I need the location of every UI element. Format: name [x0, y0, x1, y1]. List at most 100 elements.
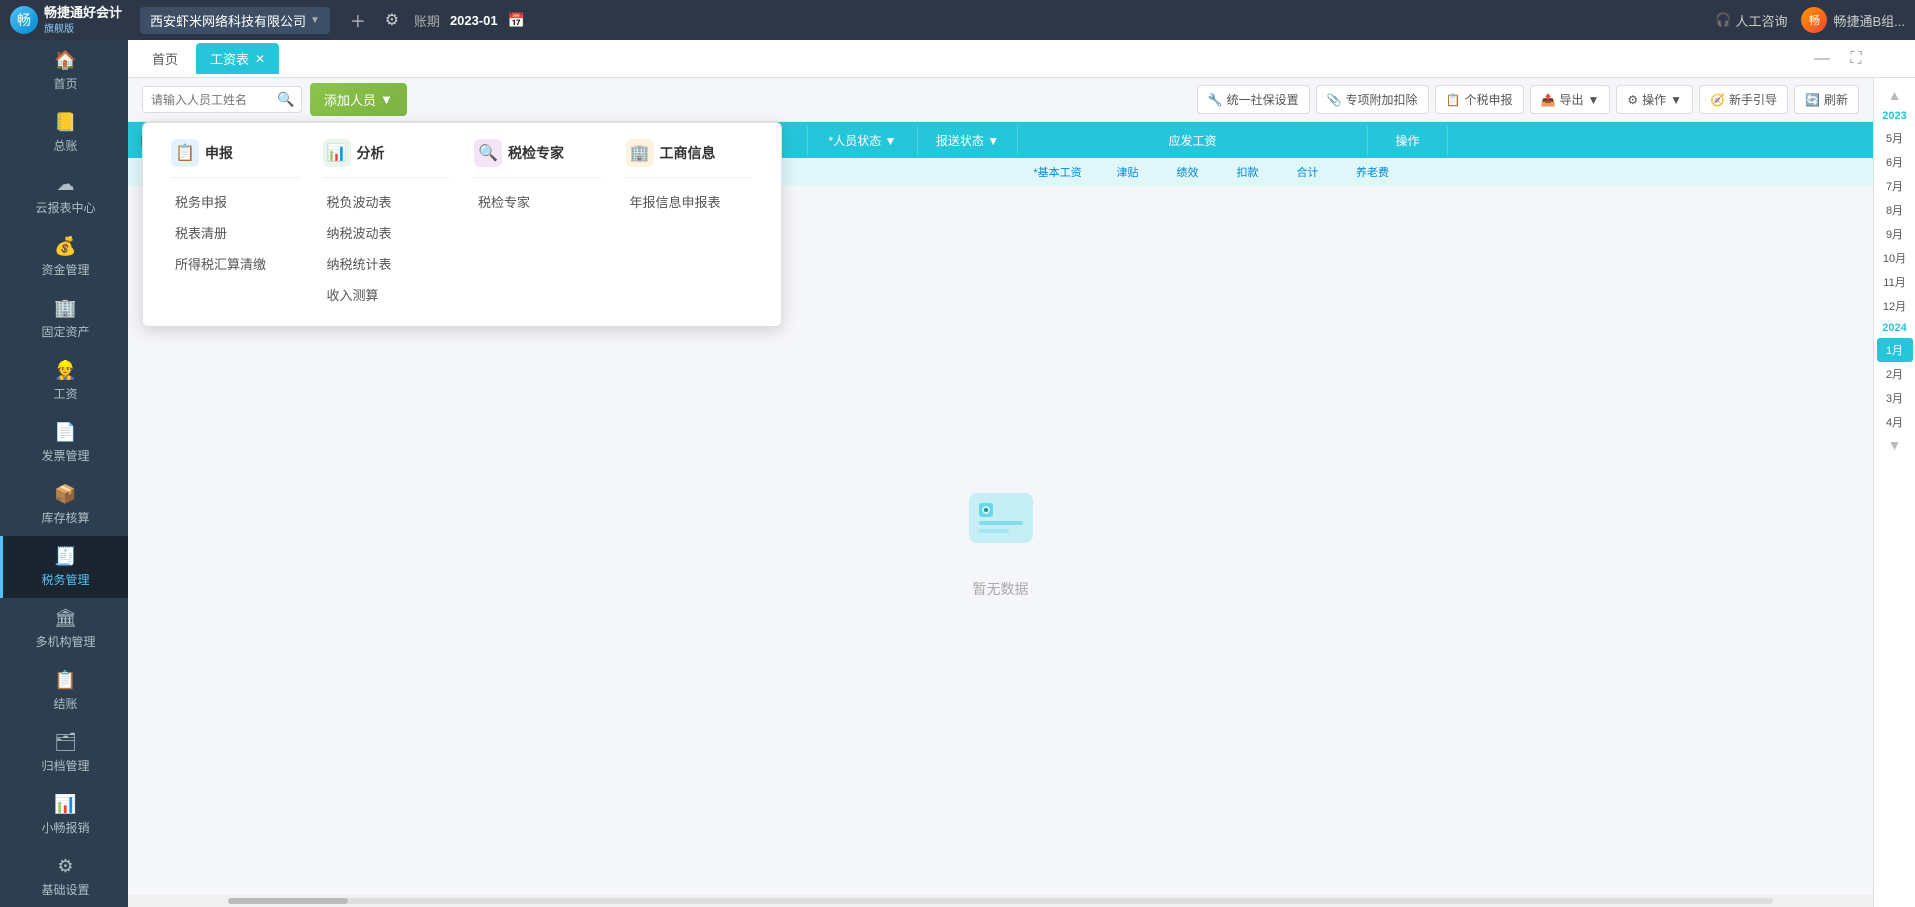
sidebar-item-cloud-report[interactable]: ☁ 云报表中心 — [0, 164, 128, 226]
avatar: 畅 — [1801, 7, 1827, 33]
cal-month-5[interactable]: 5月 — [1877, 126, 1913, 150]
sidebar-item-multi-org[interactable]: 🏛 多机构管理 — [0, 598, 128, 660]
toolbar-right: 🔧 统一社保设置 📎 专项附加扣除 📋 个税申报 📤 — [1197, 85, 1859, 114]
logo-icon: 畅 — [10, 6, 38, 34]
special-deduction-button[interactable]: 📎 专项附加扣除 — [1316, 85, 1429, 114]
sidebar-item-assets[interactable]: 🏢 固定资产 — [0, 288, 128, 350]
dropdown-item-income-forecast[interactable]: 收入测算 — [323, 279, 451, 310]
cal-month-4[interactable]: 4月 — [1877, 410, 1913, 434]
sidebar-label-settings: 基础设置 — [41, 881, 89, 898]
minimize-button[interactable]: — — [1807, 44, 1837, 74]
cal-month-1[interactable]: 1月 — [1877, 338, 1913, 362]
calendar-icon[interactable]: 📅 — [508, 12, 525, 29]
sidebar-item-expense[interactable]: 📊 小畅报销 — [0, 784, 128, 846]
sidebar-label-inventory: 库存核算 — [41, 509, 89, 526]
chevron-down-ops-icon: ▼ — [1670, 93, 1682, 107]
empty-icon — [961, 483, 1041, 563]
dropdown-section-declaration: 📋 申报 税务申报 税表清册 所得税汇算清缴 — [159, 139, 311, 310]
th-salary-group: 应发工资 — [1018, 126, 1368, 155]
dropdown-item-tax-fluctuation[interactable]: 纳税波动表 — [323, 217, 451, 248]
cal-month-8[interactable]: 8月 — [1877, 198, 1913, 222]
th-status: *人员状态 ▼ — [808, 126, 918, 155]
assets-icon: 🏢 — [54, 298, 76, 319]
search-box[interactable]: 🔍 — [142, 86, 302, 113]
sidebar-label-ledger: 总账 — [53, 137, 77, 154]
ops-icon: ⚙ — [1627, 93, 1638, 107]
guide-toolbar-button[interactable]: 🧭 新手引导 — [1699, 85, 1788, 114]
cal-month-7[interactable]: 7月 — [1877, 174, 1913, 198]
cal-month-9[interactable]: 9月 — [1877, 222, 1913, 246]
tab-payroll[interactable]: 工资表 ✕ — [196, 43, 279, 74]
search-input[interactable] — [151, 93, 271, 107]
sidebar-item-home[interactable]: 🏠 首页 — [0, 40, 128, 102]
user-menu[interactable]: 畅 畅捷通B组... — [1801, 7, 1905, 33]
app-logo: 畅 畅捷通好会计 旗舰版 — [10, 5, 130, 36]
help-button[interactable]: 🎧 人工咨询 — [1715, 11, 1787, 30]
biz-info-title: 工商信息 — [660, 143, 716, 163]
sidebar-item-archive[interactable]: 🗂 归档管理 — [0, 722, 128, 784]
dropdown-menu: 📋 申报 税务申报 税表清册 所得税汇算清缴 📊 分析 税负波动表 纳税波动表 … — [142, 122, 782, 327]
sidebar-item-fund[interactable]: 💰 资金管理 — [0, 226, 128, 288]
expense-icon: 📊 — [54, 794, 76, 815]
sub-th-deduction: 扣款 — [1218, 158, 1278, 186]
dropdown-item-tax-expert[interactable]: 税检专家 — [474, 186, 602, 217]
sidebar-item-payroll[interactable]: 👷 工资 — [0, 350, 128, 412]
sidebar-label-archive: 归档管理 — [41, 757, 89, 774]
th-ops: 操作 — [1368, 126, 1448, 155]
sidebar-item-invoice[interactable]: 📄 发票管理 — [0, 412, 128, 474]
sidebar-item-settings[interactable]: ⚙ 基础设置 — [0, 846, 128, 907]
cal-month-12[interactable]: 12月 — [1877, 294, 1913, 318]
export-button[interactable]: 📤 导出 ▼ — [1530, 85, 1611, 114]
restore-button[interactable]: ⛶ — [1841, 44, 1871, 74]
dropdown-item-tax-declaration[interactable]: 税务申报 — [171, 186, 299, 217]
operations-button[interactable]: ⚙ 操作 ▼ — [1616, 85, 1693, 114]
tab-home[interactable]: 首页 — [138, 43, 192, 74]
sidebar-item-tax[interactable]: 🧾 税务管理 — [0, 536, 128, 598]
headset-icon: 🎧 — [1715, 12, 1731, 28]
dropdown-section-title-analysis: 📊 分析 — [323, 139, 451, 178]
dropdown-item-tax-clearance[interactable]: 税表清册 — [171, 217, 299, 248]
tab-close-icon[interactable]: ✕ — [255, 52, 265, 66]
dropdown-section-title-biz-info: 🏢 工商信息 — [626, 139, 754, 178]
declaration-title: 申报 — [205, 143, 233, 163]
dropdown-item-income-tax[interactable]: 所得税汇算清缴 — [171, 248, 299, 279]
company-name: 西安虾米网络科技有限公司 — [150, 11, 306, 30]
main-area: 首页 工资表 ✕ — ⛶ 🔍 添加人员 — [128, 40, 1915, 907]
dropdown-item-tax-stats[interactable]: 纳税统计表 — [323, 248, 451, 279]
sidebar-label-expense: 小畅报销 — [41, 819, 89, 836]
dropdown-item-annual-report[interactable]: 年报信息申报表 — [626, 186, 754, 217]
cal-arrow-up[interactable]: ▲ — [1884, 84, 1906, 106]
cal-month-6[interactable]: 6月 — [1877, 150, 1913, 174]
cal-month-2[interactable]: 2月 — [1877, 362, 1913, 386]
archive-icon: 🗂 — [54, 732, 77, 753]
right-calendar: ▲ 2023 5月 6月 7月 8月 9月 10月 11月 12月 2024 1… — [1873, 78, 1915, 907]
cal-month-11[interactable]: 11月 — [1877, 270, 1913, 294]
sub-th-performance: 绩效 — [1158, 158, 1218, 186]
cal-month-3[interactable]: 3月 — [1877, 386, 1913, 410]
fund-icon: 💰 — [54, 236, 76, 257]
add-person-button[interactable]: 添加人员 ▼ — [310, 83, 407, 116]
cal-month-10[interactable]: 10月 — [1877, 246, 1913, 270]
settings-sidebar-icon: ⚙ — [57, 856, 73, 877]
settings-icon[interactable]: ⚙ — [380, 8, 404, 32]
dropdown-section-tax-expert: 🔍 税检专家 税检专家 — [462, 139, 614, 310]
sidebar-item-close-period[interactable]: 📋 结账 — [0, 660, 128, 722]
sidebar-item-inventory[interactable]: 📦 库存核算 — [0, 474, 128, 536]
declaration-section-icon: 📋 — [171, 139, 199, 167]
dropdown-item-tax-burden[interactable]: 税负波动表 — [323, 186, 451, 217]
tax-declaration-button[interactable]: 📋 个税申报 — [1435, 85, 1524, 114]
cal-year-2023: 2023 — [1882, 110, 1906, 122]
social-icon: 🔧 — [1208, 93, 1223, 107]
bottom-scrollbar[interactable] — [128, 895, 1873, 907]
sidebar-item-ledger[interactable]: 📒 总账 — [0, 102, 128, 164]
sub-th-base-salary: *基本工资 — [1018, 158, 1098, 186]
add-icon[interactable]: ＋ — [346, 8, 370, 32]
company-selector[interactable]: 西安虾米网络科技有限公司 ▼ — [140, 7, 330, 34]
scroll-track — [228, 898, 1773, 904]
sidebar-label-payroll: 工资 — [53, 385, 77, 402]
payroll-icon: 👷 — [54, 360, 76, 381]
refresh-button[interactable]: 🔄 刷新 — [1794, 85, 1859, 114]
cal-year-2024: 2024 — [1882, 322, 1906, 334]
social-insurance-button[interactable]: 🔧 统一社保设置 — [1197, 85, 1310, 114]
cal-arrow-down[interactable]: ▼ — [1884, 434, 1906, 456]
